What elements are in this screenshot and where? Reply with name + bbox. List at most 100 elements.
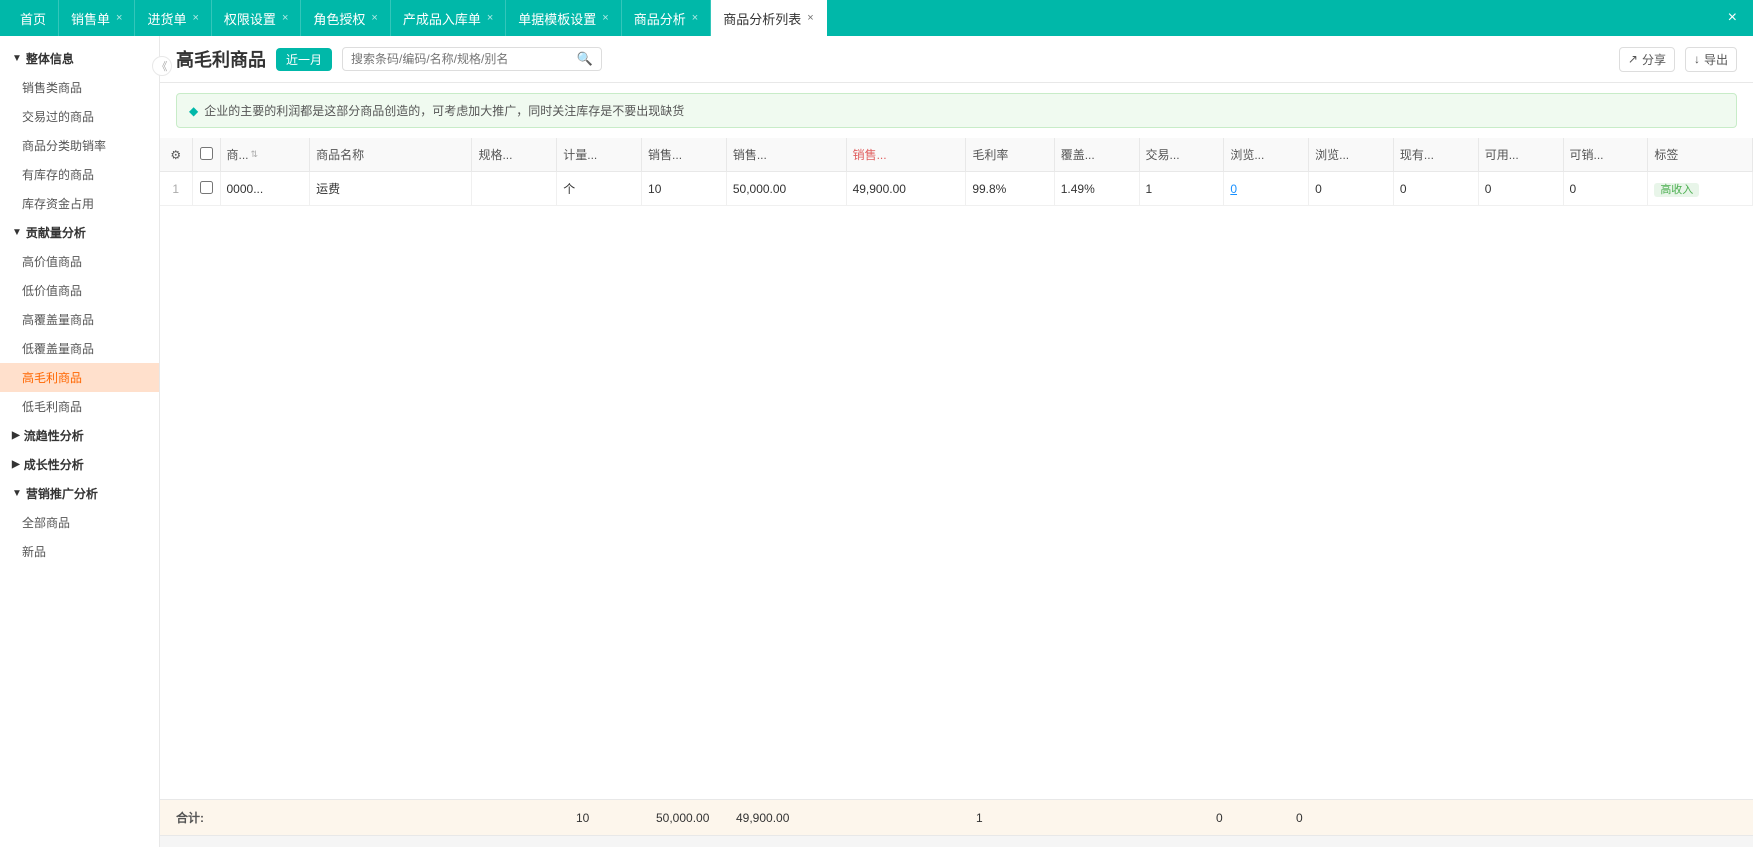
- col-sellable-stock[interactable]: 可销...: [1563, 138, 1648, 172]
- close-icon[interactable]: ×: [371, 12, 377, 24]
- export-icon: ↓: [1694, 52, 1700, 66]
- cell-sellable-stock: 0: [1563, 172, 1648, 206]
- content-header: 高毛利商品 近一月 🔍 ↗ 分享 ↓ 导出: [160, 36, 1753, 83]
- sidebar-item-in-stock[interactable]: 有库存的商品: [0, 160, 159, 189]
- col-current-stock[interactable]: 现有...: [1393, 138, 1478, 172]
- footer-cell-margin: [810, 811, 890, 825]
- close-icon[interactable]: ×: [282, 12, 288, 24]
- chevron-down-icon: ▼: [12, 227, 22, 238]
- col-available-stock[interactable]: 可用...: [1478, 138, 1563, 172]
- sidebar-item-category-rate[interactable]: 商品分类助销率: [0, 131, 159, 160]
- col-tag[interactable]: 标签: [1648, 138, 1753, 172]
- close-icon[interactable]: ×: [487, 12, 493, 24]
- cell-seq: 1: [160, 172, 192, 206]
- footer-cell-current: 0: [1210, 811, 1290, 825]
- col-coverage[interactable]: 覆盖...: [1054, 138, 1139, 172]
- col-unit[interactable]: 计量...: [557, 138, 642, 172]
- nav-tab-roles[interactable]: 角色授权 ×: [301, 0, 390, 36]
- nav-tab-sales[interactable]: 销售单 ×: [59, 0, 135, 36]
- footer-cell-coverage: [890, 811, 970, 825]
- page-title: 高毛利商品: [176, 46, 266, 72]
- cell-checkbox[interactable]: [192, 172, 220, 206]
- col-name[interactable]: 商品名称: [310, 138, 472, 172]
- window-close-button[interactable]: ×: [1720, 9, 1745, 27]
- nav-tab-template[interactable]: 单据模板设置 ×: [506, 0, 621, 36]
- col-gross-margin[interactable]: 毛利率: [966, 138, 1054, 172]
- nav-tab-analysis[interactable]: 商品分析 ×: [622, 0, 711, 36]
- time-filter-button[interactable]: 近一月: [276, 48, 332, 71]
- table-wrapper[interactable]: ⚙ 商... ⇅: [160, 138, 1753, 799]
- search-box[interactable]: 🔍: [342, 47, 602, 71]
- footer-cell-transaction: 1: [970, 811, 1050, 825]
- nav-tab-permissions[interactable]: 权限设置 ×: [212, 0, 301, 36]
- sidebar-item-low-margin[interactable]: 低毛利商品: [0, 392, 159, 421]
- row-checkbox[interactable]: [200, 181, 213, 194]
- col-checkbox[interactable]: [192, 138, 220, 172]
- export-button[interactable]: ↓ 导出: [1685, 47, 1737, 72]
- sidebar-group-overall[interactable]: ▼ 整体信息: [0, 44, 159, 73]
- sidebar-item-new-goods[interactable]: 新品: [0, 537, 159, 566]
- nav-tab-analysis-list[interactable]: 商品分析列表 ×: [711, 0, 826, 36]
- share-button[interactable]: ↗ 分享: [1619, 47, 1675, 72]
- cell-browse1[interactable]: 0: [1224, 172, 1309, 206]
- footer-data: 10 50,000.00 49,900.00 1 0 0: [220, 811, 1370, 825]
- close-icon[interactable]: ×: [807, 12, 813, 24]
- sidebar-item-stock-capital[interactable]: 库存资金占用: [0, 189, 159, 218]
- select-all-checkbox[interactable]: [200, 147, 213, 160]
- sidebar-collapse-button[interactable]: 《: [152, 56, 172, 76]
- diamond-icon: ◆: [189, 104, 198, 118]
- tag-badge: 高收入: [1654, 183, 1699, 197]
- sidebar-item-all-goods[interactable]: 全部商品: [0, 508, 159, 537]
- chevron-right-icon: ▶: [12, 459, 20, 470]
- share-icon: ↗: [1628, 52, 1638, 66]
- table-row[interactable]: 1 0000... 运费: [160, 172, 1753, 206]
- sidebar-item-high-value[interactable]: 高价值商品: [0, 247, 159, 276]
- cell-sales-amount: 50,000.00: [726, 172, 846, 206]
- cell-code: 0000...: [220, 172, 310, 206]
- top-nav: 首页 销售单 × 进货单 × 权限设置 × 角色授权 × 产成品入库单 × 单据…: [0, 0, 1753, 36]
- footer-cell-sales-profit: 49,900.00: [730, 811, 810, 825]
- sidebar-item-low-value[interactable]: 低价值商品: [0, 276, 159, 305]
- col-sales-qty[interactable]: 销售...: [642, 138, 727, 172]
- sidebar-group-marketing[interactable]: ▼ 营销推广分析: [0, 479, 159, 508]
- chevron-down-icon: ▼: [12, 53, 22, 64]
- search-input[interactable]: [351, 52, 571, 66]
- cell-browse2: 0: [1309, 172, 1394, 206]
- col-transaction[interactable]: 交易...: [1139, 138, 1224, 172]
- nav-tab-home[interactable]: 首页: [8, 0, 59, 36]
- footer-cell-available: 0: [1290, 811, 1370, 825]
- col-spec[interactable]: 规格...: [472, 138, 557, 172]
- cell-sales-profit: 49,900.00: [846, 172, 966, 206]
- sidebar-item-low-coverage[interactable]: 低覆盖量商品: [0, 334, 159, 363]
- cell-coverage: 1.49%: [1054, 172, 1139, 206]
- col-browse1[interactable]: 浏览...: [1224, 138, 1309, 172]
- sidebar-item-traded-goods[interactable]: 交易过的商品: [0, 102, 159, 131]
- sidebar-group-contribution[interactable]: ▼ 贡献量分析: [0, 218, 159, 247]
- close-icon[interactable]: ×: [602, 12, 608, 24]
- cell-tag: 高收入: [1648, 172, 1753, 206]
- close-icon[interactable]: ×: [692, 12, 698, 24]
- footer-cell-browse1: [1050, 811, 1130, 825]
- search-icon[interactable]: 🔍: [577, 51, 593, 67]
- col-settings[interactable]: ⚙: [160, 138, 192, 172]
- sidebar: ▼ 整体信息 销售类商品 交易过的商品 商品分类助销率 有库存的商品 库存资金占…: [0, 36, 160, 847]
- cell-transaction: 1: [1139, 172, 1224, 206]
- sidebar-item-high-margin[interactable]: 高毛利商品: [0, 363, 159, 392]
- col-browse2[interactable]: 浏览...: [1309, 138, 1394, 172]
- nav-tab-purchase[interactable]: 进货单 ×: [135, 0, 211, 36]
- sidebar-item-sales-goods[interactable]: 销售类商品: [0, 73, 159, 102]
- horizontal-scrollbar[interactable]: [160, 835, 1753, 847]
- sidebar-group-trend[interactable]: ▶ 流趋性分析: [0, 421, 159, 450]
- col-sales-profit[interactable]: 销售...: [846, 138, 966, 172]
- cell-current-stock: 0: [1393, 172, 1478, 206]
- sidebar-item-high-coverage[interactable]: 高覆盖量商品: [0, 305, 159, 334]
- close-icon[interactable]: ×: [192, 12, 198, 24]
- close-icon[interactable]: ×: [116, 12, 122, 24]
- sidebar-group-growth[interactable]: ▶ 成长性分析: [0, 450, 159, 479]
- col-sales-amount[interactable]: 销售...: [726, 138, 846, 172]
- nav-tab-inbound[interactable]: 产成品入库单 ×: [391, 0, 506, 36]
- table-header-row: ⚙ 商... ⇅: [160, 138, 1753, 172]
- col-code[interactable]: 商... ⇅: [220, 138, 310, 172]
- footer-cell-browse2: [1130, 811, 1210, 825]
- cell-gross-margin: 99.8%: [966, 172, 1054, 206]
